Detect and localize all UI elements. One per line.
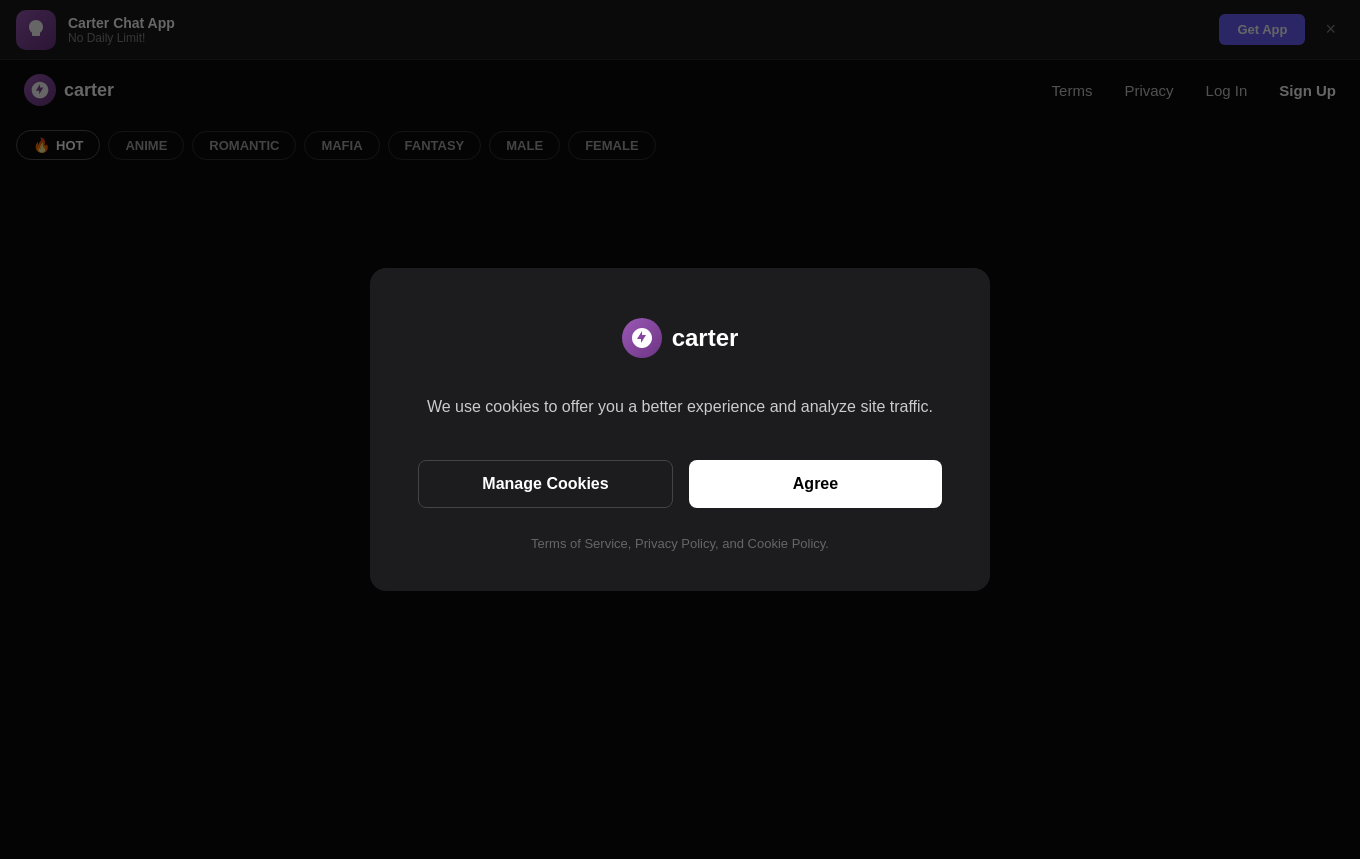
privacy-policy-link[interactable]: Privacy Policy [635, 536, 715, 551]
modal-logo: carter [622, 318, 739, 358]
footer-and: , and [715, 536, 744, 551]
cookie-buttons: Manage Cookies Agree [418, 460, 942, 508]
manage-cookies-button[interactable]: Manage Cookies [418, 460, 673, 508]
terms-of-service-link[interactable]: Terms of Service [531, 536, 628, 551]
modal-carter-svg [630, 326, 654, 350]
overlay: carter We use cookies to offer you a bet… [0, 0, 1360, 859]
agree-button[interactable]: Agree [689, 460, 942, 508]
cookie-policy-link[interactable]: Cookie Policy [748, 536, 826, 551]
cookie-links: Terms of Service, Privacy Policy, and Co… [531, 536, 829, 551]
cookie-message: We use cookies to offer you a better exp… [427, 394, 933, 420]
footer-period: . [825, 536, 829, 551]
modal-logo-text: carter [672, 324, 739, 352]
modal-logo-icon [622, 318, 662, 358]
cookie-consent-modal: carter We use cookies to offer you a bet… [370, 268, 990, 591]
footer-comma: , [628, 536, 632, 551]
